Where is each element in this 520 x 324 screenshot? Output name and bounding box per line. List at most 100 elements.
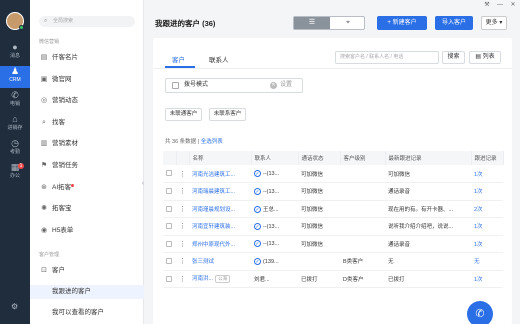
sidebar-item-customer[interactable]: ⊡ 客户	[39, 264, 143, 278]
row-checkbox[interactable]	[166, 170, 172, 177]
latest-record-cell: 说听我介绍介绍吧，说说...	[385, 217, 471, 236]
more-button[interactable]: 更多 ▾	[481, 16, 507, 30]
more-actions-icon[interactable]: ⋮	[179, 206, 186, 213]
rail-item-label: 消息	[9, 53, 20, 59]
import-customer-button[interactable]: 导入客户	[435, 16, 473, 30]
sidebar-item-label: 找客	[52, 118, 65, 126]
follow-count-cell[interactable]: 无	[471, 252, 503, 271]
follow-count-cell[interactable]: 1次	[471, 182, 503, 201]
settings-icon[interactable]: ⚙	[11, 302, 18, 311]
customer-name-cell[interactable]: 河南洪... 公海	[189, 270, 251, 288]
follow-count-cell[interactable]: 1次	[471, 235, 503, 253]
tab-contact[interactable]: 联系人	[209, 54, 229, 64]
follow-count-cell[interactable]: 1次	[471, 165, 503, 183]
row-checkbox[interactable]	[166, 205, 172, 212]
new-customer-button[interactable]: + 新建客户	[377, 16, 427, 30]
table-row[interactable]: ⋮ 河南宜轩建筑装... ✓ --(13... 可加微信 说听我介绍介绍吧，说说... 1次	[163, 217, 503, 236]
row-checkbox[interactable]	[166, 258, 172, 265]
column-header: 跟进记录	[471, 151, 504, 165]
sidebar-item-flag[interactable]: ⚑ 营销任务	[39, 159, 143, 173]
row-checkbox[interactable]	[166, 240, 172, 247]
follow-count-cell[interactable]: 2次	[471, 200, 503, 218]
map-view-icon[interactable]: ⌖	[330, 17, 366, 29]
search-button[interactable]: 搜索	[442, 51, 465, 64]
more-actions-icon[interactable]: ⋮	[179, 223, 186, 230]
more-actions-icon[interactable]: ⋮	[179, 276, 186, 283]
dial-mode-setting-link[interactable]: 设置	[280, 79, 292, 92]
table-row[interactable]: ⋮ 河南瑾晨规划设... ✓ 王总... 可加微信 现在用的有。有开卡器、... 2次	[163, 200, 503, 218]
customer-search-input[interactable]: 搜索客户名 / 联系人名 / 电话	[335, 51, 439, 64]
sidebar-item-card[interactable]: ▤ 仟客名片	[39, 51, 143, 65]
close-icon[interactable]: ✕	[510, 2, 516, 8]
select-all-link[interactable]: 全选列表	[201, 139, 223, 145]
follow-count-cell[interactable]: 1次	[471, 270, 503, 288]
customer-name-cell[interactable]: 张三测试	[189, 252, 251, 271]
customer-name[interactable]: 河南瑞晨建筑工...	[192, 189, 235, 195]
table-row[interactable]: ⋮ 张三测试 ✓ (139... B类客户无无	[163, 252, 503, 271]
clear-icon[interactable]: ✕	[270, 82, 277, 89]
sidebar-subitem-viewable[interactable]: 我可以查看的客户	[30, 306, 144, 320]
tab-customer[interactable]: 客户	[172, 54, 185, 64]
contact-cell: ✓ --(13...	[251, 217, 298, 236]
more-actions-icon[interactable]: ⋮	[179, 241, 186, 248]
customer-name[interactable]: 河南瑾晨规划设...	[192, 207, 235, 213]
collapse-sidebar-icon[interactable]: ‹	[142, 181, 144, 187]
customer-name-cell[interactable]: 河南瑞晨建筑工...	[189, 182, 251, 201]
table-row[interactable]: ⋮ 郑州中原现代外... ✓ --(13... 可加微信 通话录音 1次	[163, 235, 503, 253]
follow-count-cell[interactable]: 1次	[471, 217, 503, 236]
customer-name[interactable]: 郑州中原现代外...	[192, 242, 235, 248]
rail-item-5[interactable]: ◷ 考勤	[0, 138, 30, 160]
row-checkbox[interactable]	[166, 223, 172, 230]
row-checkbox-cell	[163, 252, 176, 271]
chip-unconnected[interactable]: 未联通客户	[165, 108, 202, 121]
rail-item-label: 进销存	[7, 125, 23, 131]
more-actions-icon[interactable]: ⋮	[179, 171, 186, 178]
customer-name[interactable]: 河南宜轩建筑装...	[192, 224, 235, 230]
list-view-icon[interactable]: ☰	[294, 17, 330, 29]
call-status-cell: 可加微信	[298, 165, 340, 183]
minimize-icon[interactable]: —	[497, 2, 503, 8]
rail-item-2[interactable]: ♟ CRM	[0, 66, 30, 88]
customer-name[interactable]: 张三测试	[192, 259, 214, 265]
sidebar-item-find[interactable]: ⌕ 找客	[39, 116, 143, 130]
sidebar-item-website[interactable]: ▣ 微官网	[39, 73, 143, 87]
sidebar-item-material[interactable]: ▥ 营销素材	[39, 137, 143, 151]
customer-icon: ⊡	[41, 267, 47, 274]
rail-item-4[interactable]: ⌂ 进销存	[0, 114, 30, 136]
customer-name-cell[interactable]: 河南瑾晨规划设...	[189, 200, 251, 218]
table-row[interactable]: ⋮ 河南光洁建筑工... ✓ --(13... 可加微信 可加微信 1次	[163, 165, 503, 183]
contact-name: 刘君...	[254, 276, 270, 283]
phone-call-button[interactable]: ✆	[467, 301, 493, 324]
row-actions-cell: ⋮	[176, 217, 189, 236]
customer-name[interactable]: 河南光洁建筑工...	[192, 172, 235, 178]
list-settings-button[interactable]: ▤ 列表	[469, 51, 501, 64]
customer-level-cell: B类客户	[340, 252, 385, 271]
more-actions-icon[interactable]: ⋮	[179, 258, 186, 265]
table-row[interactable]: ⋮ 河南洪... 公海 刘君... 已拨打 D类客户 已拨打 1次	[163, 270, 503, 288]
sidebar-item-location[interactable]: ◎ 营销动态	[39, 94, 143, 108]
customer-name[interactable]: 河南洪...	[192, 276, 213, 282]
rail-item-6[interactable]: ▦ 办公 1	[0, 162, 30, 184]
avatar[interactable]	[6, 12, 24, 30]
rail-item-1[interactable]: ● 消息	[0, 42, 30, 64]
more-actions-icon[interactable]: ⋮	[179, 188, 186, 195]
customer-name-cell[interactable]: 河南光洁建筑工...	[189, 165, 251, 183]
sidebar-item-compass[interactable]: ✺ 拓客宝	[39, 202, 143, 216]
row-actions-cell: ⋮	[176, 235, 189, 253]
dial-mode-checkbox[interactable]	[172, 82, 179, 89]
wrench-icon[interactable]: ⚒	[484, 2, 490, 8]
customer-name-cell[interactable]: 郑州中原现代外...	[189, 235, 251, 253]
column-header	[176, 151, 190, 165]
row-checkbox[interactable]	[166, 188, 172, 195]
table-row[interactable]: ⋮ 河南瑞晨建筑工... ✓ --(13... 可加微信 通话录音 1次	[163, 182, 503, 201]
sidebar-item-ai[interactable]: ⊛ AI拓客	[39, 181, 143, 195]
sidebar-subitem-my-followed[interactable]: 我跟进的客户	[30, 285, 144, 299]
chip-uncontacted[interactable]: 未联系客户	[209, 108, 246, 121]
row-checkbox[interactable]	[166, 275, 172, 282]
sidebar-item-form[interactable]: ◉ H5表单	[39, 224, 143, 238]
call-status-cell	[298, 252, 340, 271]
rail-item-3[interactable]: ✆ 电销	[0, 90, 30, 112]
customer-name-cell[interactable]: 河南宜轩建筑装...	[189, 217, 251, 236]
global-search-input[interactable]: ⌕ 全局搜索	[39, 16, 135, 27]
total-count: 共 36 条数据	[165, 139, 197, 145]
